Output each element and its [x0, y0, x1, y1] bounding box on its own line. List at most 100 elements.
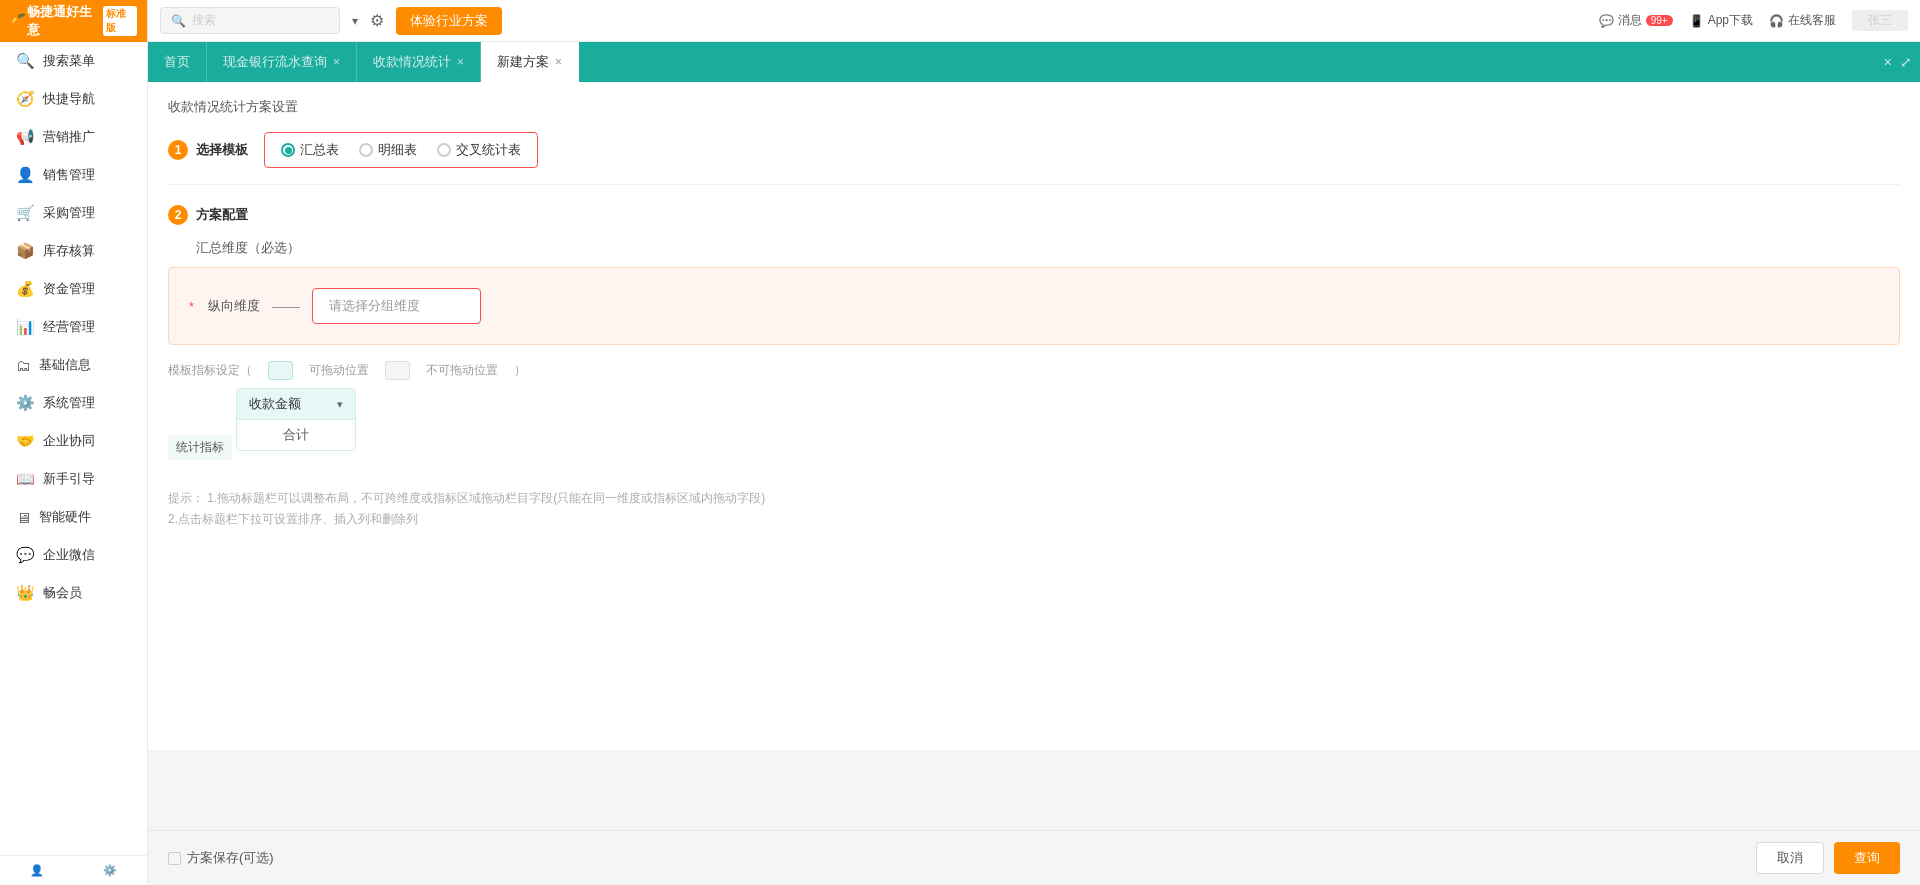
tab-label-1: 现金银行流水查询 — [223, 53, 327, 71]
sidebar-item-12[interactable]: 🖥 智能硬件 — [0, 498, 147, 536]
content-inner: 收款情况统计方案设置 1 选择模板 汇总表 — [148, 82, 1920, 750]
dimension-area: * 纵向维度 —— 请选择分组维度 — [168, 267, 1900, 345]
sidebar-item-5[interactable]: 📦库存核算 — [0, 232, 147, 270]
radio-summary-label: 汇总表 — [300, 141, 339, 159]
search-bar[interactable]: 🔍 搜索 — [160, 7, 340, 34]
sidebar-icon-12: 🖥 — [16, 509, 31, 526]
metrics-table-header[interactable]: 收款金额 ▾ — [237, 389, 355, 420]
tab-3[interactable]: 新建方案 × — [481, 42, 579, 82]
sidebar-label-10: 企业协同 — [43, 432, 95, 450]
sidebar-item-1[interactable]: 🧭 快捷导航 — [0, 80, 147, 118]
sidebar-label-12: 智能硬件 — [39, 508, 91, 526]
radio-summary-circle — [281, 143, 295, 157]
tab-1[interactable]: 现金银行流水查询 × — [207, 42, 357, 82]
metrics-table-area: 统计指标 收款金额 ▾ 合计 — [168, 388, 1900, 466]
sidebar-item-11[interactable]: 📖 新手引导 — [0, 460, 147, 498]
tab-close-2[interactable]: × — [457, 55, 464, 69]
cancel-button[interactable]: 取消 — [1756, 842, 1824, 874]
save-option[interactable]: 方案保存(可选) — [168, 849, 274, 867]
sidebar-item-14[interactable]: 👑畅会员 — [0, 574, 147, 612]
metrics-chevron-icon[interactable]: ▾ — [337, 398, 343, 411]
sidebar-label-14: 畅会员 — [43, 584, 82, 602]
sidebar-icon-0: 🔍 — [16, 52, 35, 70]
tip1: 提示： 1.拖动标题栏可以调整布局，不可跨维度或指标区域拖动栏目字段(只能在同一… — [168, 490, 1900, 507]
sidebar-icon-11: 📖 — [16, 470, 35, 488]
sidebar-label-13: 企业微信 — [43, 546, 95, 564]
sidebar-icon-5: 📦 — [16, 242, 35, 260]
tab-label-0: 首页 — [164, 53, 190, 71]
sidebar-icon-4: 🛒 — [16, 204, 35, 222]
sidebar-item-8[interactable]: 🗂基础信息 — [0, 346, 147, 384]
draggable-tag — [268, 361, 293, 380]
tab-close-1[interactable]: × — [333, 55, 340, 69]
sidebar-icon-2: 📢 — [16, 128, 35, 146]
section1-header: 1 选择模板 汇总表 明细表 — [168, 132, 1900, 168]
radio-cross[interactable]: 交叉统计表 — [437, 141, 521, 159]
radio-detail-label: 明细表 — [378, 141, 417, 159]
sidebar-item-4[interactable]: 🛒 采购管理 — [0, 194, 147, 232]
sidebar-item-13[interactable]: 💬企业微信 — [0, 536, 147, 574]
section1-number: 1 — [168, 140, 188, 160]
metrics-column-header: 收款金额 — [249, 395, 301, 413]
radio-detail[interactable]: 明细表 — [359, 141, 417, 159]
topbar-dropdown[interactable]: ▾ — [352, 14, 358, 28]
service-btn[interactable]: 🎧 在线客服 — [1769, 12, 1836, 29]
metrics-setting-text: 模板指标设定（ — [168, 362, 252, 379]
user-name[interactable]: 张三 — [1852, 10, 1908, 31]
radio-detail-circle — [359, 143, 373, 157]
sidebar-label-11: 新手引导 — [43, 470, 95, 488]
sidebar-item-9[interactable]: ⚙️ 系统管理 — [0, 384, 147, 422]
tab-2[interactable]: 收款情况统计 × — [357, 42, 481, 82]
sidebar-logo: 🍊 畅捷通好生意 标准版 — [0, 0, 147, 42]
dimension-arrow: —— — [272, 298, 300, 314]
logo-badge: 标准版 — [103, 6, 137, 36]
save-checkbox[interactable] — [168, 852, 181, 865]
sidebar-label-1: 快捷导航 — [43, 90, 95, 108]
metrics-section: 模板指标设定（ 可拖动位置 不可拖动位置 ） 统计指标 收款金额 ▾ — [168, 361, 1900, 466]
undraggable-label: 不可拖动位置 — [426, 362, 498, 379]
trial-button[interactable]: 体验行业方案 — [396, 7, 502, 35]
tab-0[interactable]: 首页 — [148, 42, 207, 82]
query-button[interactable]: 查询 — [1834, 842, 1900, 874]
download-btn[interactable]: 📱 App下载 — [1689, 12, 1753, 29]
metrics-category-label: 统计指标 — [168, 435, 232, 460]
radio-summary-inner — [285, 147, 292, 154]
required-star: * — [189, 299, 194, 314]
sidebar-label-6: 资金管理 — [43, 280, 95, 298]
topbar-gear-icon[interactable]: ⚙ — [370, 11, 384, 30]
sidebar-item-6[interactable]: 💰资金管理 — [0, 270, 147, 308]
content-area: 收款情况统计方案设置 1 选择模板 汇总表 — [148, 82, 1920, 830]
close-window-btn[interactable]: × — [1884, 54, 1892, 70]
dimension-select[interactable]: 请选择分组维度 — [312, 288, 481, 324]
sidebar-item-0[interactable]: 🔍搜索菜单 — [0, 42, 147, 80]
service-label: 在线客服 — [1788, 12, 1836, 29]
sidebar-label-3: 销售管理 — [43, 166, 95, 184]
sidebar-item-10[interactable]: 🤝企业协同 — [0, 422, 147, 460]
sidebar-item-7[interactable]: 📊经营管理 — [0, 308, 147, 346]
sidebar-icon-3: 👤 — [16, 166, 35, 184]
sidebar-label-4: 采购管理 — [43, 204, 95, 222]
sidebar-icon-7: 📊 — [16, 318, 35, 336]
sidebar-item-2[interactable]: 📢营销推广 — [0, 118, 147, 156]
sidebar-item-3[interactable]: 👤 销售管理 — [0, 156, 147, 194]
download-label: App下载 — [1708, 12, 1753, 29]
tab-close-3[interactable]: × — [555, 55, 562, 69]
sidebar-icon-9: ⚙️ — [16, 394, 35, 412]
sidebar-icon-1: 🧭 — [16, 90, 35, 108]
dimension-label: 纵向维度 — [208, 297, 260, 315]
expand-window-btn[interactable]: ⤢ — [1900, 54, 1912, 70]
sidebar-bottom-icon2[interactable]: ⚙️ — [103, 864, 117, 877]
search-icon: 🔍 — [171, 14, 186, 28]
sidebar-bottom: 👤 ⚙️ — [0, 855, 147, 885]
section2-header: 2 方案配置 — [168, 205, 1900, 225]
download-icon: 📱 — [1689, 14, 1704, 28]
sidebar-bottom-icon1[interactable]: 👤 — [30, 864, 44, 877]
notification-label: 消息 — [1618, 12, 1642, 29]
topbar: 🔍 搜索 ▾ ⚙ 体验行业方案 💬 消息 99+ 📱 App下载 🎧 在线客服 … — [148, 0, 1920, 42]
template-selection-box: 汇总表 明细表 交叉统计表 — [264, 132, 538, 168]
sidebar-label-9: 系统管理 — [43, 394, 95, 412]
radio-cross-circle — [437, 143, 451, 157]
draggable-label: 可拖动位置 — [309, 362, 369, 379]
radio-summary[interactable]: 汇总表 — [281, 141, 339, 159]
notification-btn[interactable]: 💬 消息 99+ — [1599, 12, 1673, 29]
